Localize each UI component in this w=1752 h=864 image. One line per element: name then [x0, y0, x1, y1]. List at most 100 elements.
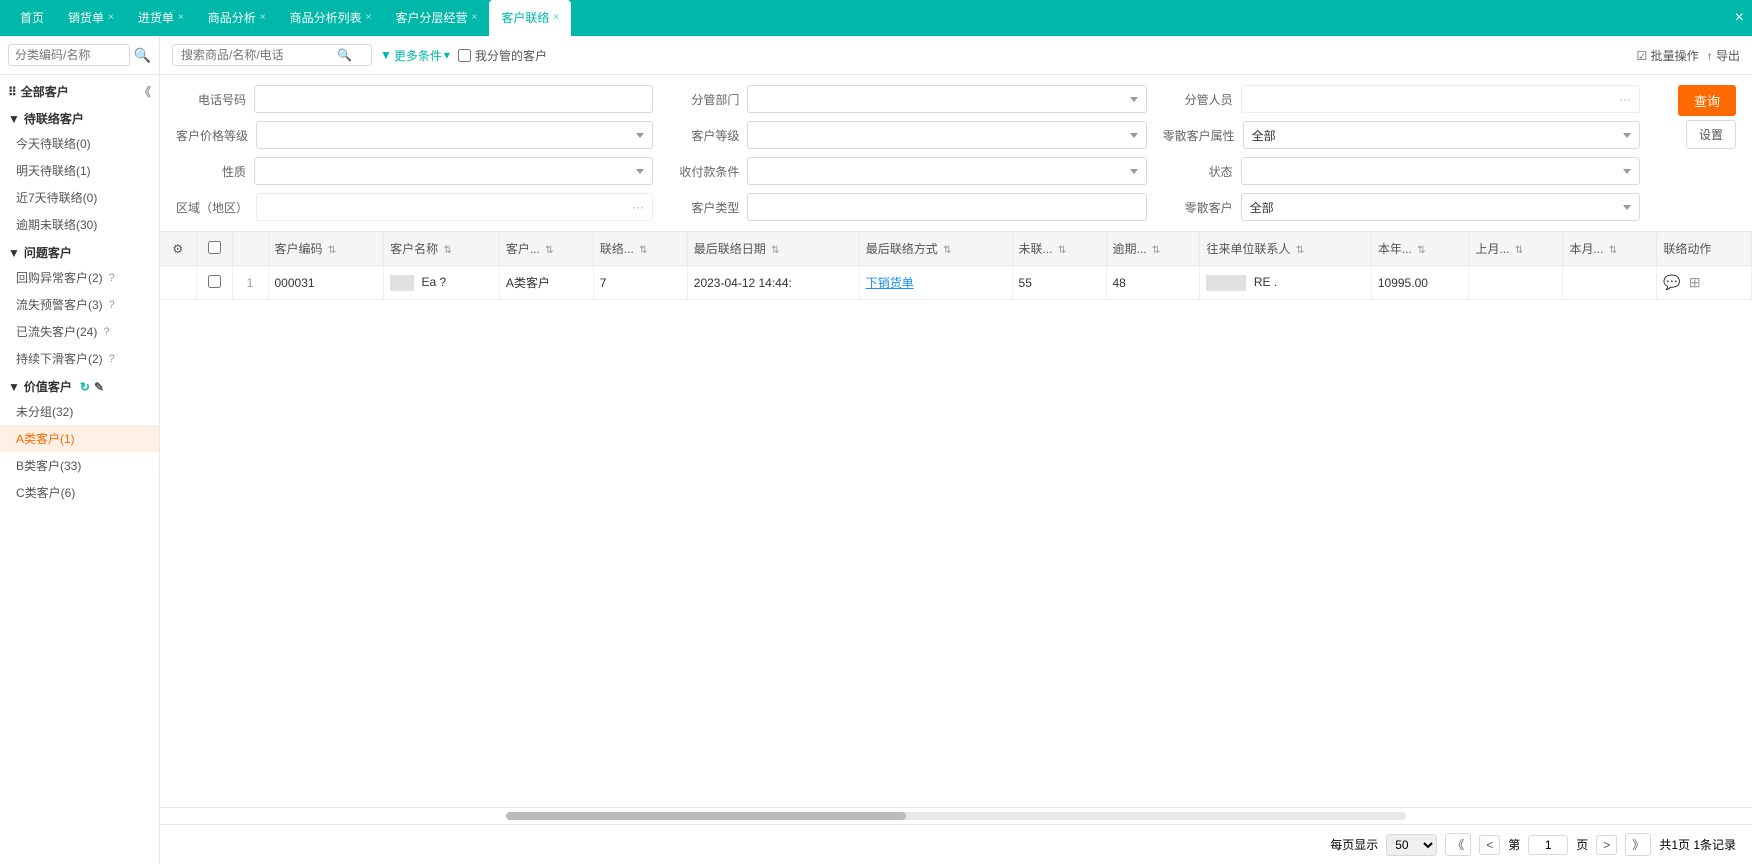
filter-region: 区域（地区） ···	[176, 193, 653, 221]
last-contact-link[interactable]: 下销货单	[866, 276, 914, 290]
filter-panel: 电话号码 分管部门	[160, 75, 1752, 232]
row-last-month	[1469, 266, 1563, 300]
nav-customer-segment[interactable]: 客户分层经营 ×	[383, 0, 489, 36]
col-code[interactable]: 客户编码 ⇅	[268, 232, 384, 266]
export-btn[interactable]: ↑ 导出	[1707, 47, 1740, 64]
col-last-month[interactable]: 上月... ⇅	[1469, 232, 1563, 266]
sort-date-icon: ⇅	[771, 245, 779, 256]
per-page-select[interactable]: 50 100 200	[1386, 834, 1437, 856]
my-customers-check[interactable]	[458, 49, 471, 62]
col-no-contact[interactable]: 未联... ⇅	[1012, 232, 1106, 266]
sidebar-item-declining[interactable]: 持续下滑客户(2) ?	[0, 345, 159, 372]
manager-more-icon: ···	[1619, 92, 1631, 106]
col-contact-person[interactable]: 往来单位联系人 ⇅	[1200, 232, 1371, 266]
nav-product-analysis-list[interactable]: 商品分析列表 ×	[278, 0, 384, 36]
my-customers-checkbox[interactable]: 我分管的客户	[458, 47, 547, 64]
sidebar-search-input[interactable]	[8, 44, 130, 66]
sidebar-pending-contact-header[interactable]: ▼ 待联络客户	[0, 104, 159, 130]
col-contact-count[interactable]: 联络... ⇅	[593, 232, 687, 266]
status-arrow	[1623, 169, 1631, 174]
row-code[interactable]: 000031	[268, 266, 384, 300]
nav-purchase-order[interactable]: 进货单 ×	[126, 0, 196, 36]
nav-customer-contact[interactable]: 客户联络 ×	[489, 0, 571, 36]
horizontal-scrollbar[interactable]	[160, 807, 1752, 824]
sidebar-item-churn-warning[interactable]: 流失预警客户(3) ?	[0, 291, 159, 318]
sort-method-icon: ⇅	[943, 245, 951, 256]
prev-page-btn[interactable]: <	[1479, 835, 1500, 855]
col-actions: 联络动作	[1657, 232, 1752, 266]
sidebar-item-today[interactable]: 今天待联络(0)	[0, 130, 159, 157]
close-sales-order-icon[interactable]: ×	[108, 0, 114, 36]
filter-row-1: 电话号码 分管部门	[176, 85, 1640, 113]
region-input[interactable]: ···	[256, 193, 653, 221]
sidebar-search-icon[interactable]: 🔍	[134, 47, 151, 64]
retail-customer-select[interactable]: 全部	[1241, 193, 1640, 221]
page-input[interactable]	[1528, 835, 1568, 855]
department-select[interactable]	[747, 85, 1146, 113]
chat-icon[interactable]: 💬	[1663, 274, 1680, 291]
sidebar-item-7days[interactable]: 近7天待联络(0)	[0, 184, 159, 211]
close-all-tabs[interactable]: ×	[1735, 9, 1744, 27]
payment-select[interactable]	[747, 157, 1146, 185]
scrollbar-thumb[interactable]	[506, 812, 906, 820]
nav-product-analysis[interactable]: 商品分析 ×	[196, 0, 278, 36]
refresh-value-icon[interactable]: ↻	[80, 380, 90, 394]
sidebar-item-overdue[interactable]: 逾期未联络(30)	[0, 211, 159, 238]
customer-type-input[interactable]	[747, 193, 1146, 221]
region-more-icon: ···	[632, 200, 644, 214]
sidebar-item-a-class[interactable]: A类客户(1)	[0, 425, 159, 452]
row-select-checkbox[interactable]	[208, 275, 221, 288]
close-product-analysis-list-icon[interactable]: ×	[366, 0, 372, 36]
col-name[interactable]: 客户名称 ⇅	[384, 232, 500, 266]
col-this-year[interactable]: 本年... ⇅	[1371, 232, 1469, 266]
col-last-contact-date[interactable]: 最后联络日期 ⇅	[687, 232, 859, 266]
row-checkbox[interactable]	[196, 266, 232, 300]
sidebar-value-customers-header[interactable]: ▼ 价值客户 ↻ ✎	[0, 372, 159, 398]
col-gear[interactable]: ⚙	[160, 232, 196, 266]
filter-more-conditions[interactable]: ▼ 更多条件 ▾	[380, 47, 450, 64]
phone-input[interactable]	[254, 85, 653, 113]
row-this-month	[1563, 266, 1657, 300]
grid-icon[interactable]: ⊞	[1689, 274, 1701, 291]
row-last-contact-method[interactable]: 下销货单	[859, 266, 1012, 300]
row-name[interactable]: Ea ?	[384, 266, 500, 300]
sidebar-all-customers[interactable]: ⠿ 全部客户 《	[0, 75, 159, 104]
col-level[interactable]: 客户... ⇅	[499, 232, 593, 266]
customer-level-select[interactable]	[747, 121, 1146, 149]
sidebar-item-b-class[interactable]: B类客户(33)	[0, 452, 159, 479]
nature-select[interactable]	[254, 157, 653, 185]
status-select[interactable]	[1241, 157, 1640, 185]
sidebar-search-area: 🔍	[0, 36, 159, 75]
sidebar-item-c-class[interactable]: C类客户(6)	[0, 479, 159, 506]
scrollbar-track[interactable]	[506, 812, 1406, 820]
close-customer-contact-icon[interactable]: ×	[553, 0, 559, 36]
filter-search-input[interactable]	[181, 48, 331, 62]
first-page-btn[interactable]: 《	[1445, 833, 1471, 856]
col-overdue[interactable]: 逾期... ⇅	[1106, 232, 1200, 266]
col-checkbox[interactable]	[196, 232, 232, 266]
col-this-month[interactable]: 本月... ⇅	[1563, 232, 1657, 266]
sidebar-collapse-icon[interactable]: 《	[139, 83, 151, 100]
sidebar-item-abnormal-repurchase[interactable]: 回购异常客户(2) ?	[0, 264, 159, 291]
col-last-contact-method[interactable]: 最后联络方式 ⇅	[859, 232, 1012, 266]
next-page-btn[interactable]: >	[1596, 835, 1617, 855]
retail-attr-select[interactable]: 全部	[1243, 121, 1640, 149]
sidebar-item-churned[interactable]: 已流失客户(24) ?	[0, 318, 159, 345]
sidebar-item-tomorrow[interactable]: 明天待联络(1)	[0, 157, 159, 184]
settings-button[interactable]: 设置	[1686, 120, 1736, 149]
sidebar-problem-customers-header[interactable]: ▼ 问题客户	[0, 238, 159, 264]
close-customer-segment-icon[interactable]: ×	[471, 0, 477, 36]
close-purchase-order-icon[interactable]: ×	[178, 0, 184, 36]
select-all-checkbox[interactable]	[208, 241, 221, 254]
sidebar-item-unclassified[interactable]: 未分组(32)	[0, 398, 159, 425]
query-button[interactable]: 查询	[1678, 85, 1736, 116]
batch-ops-btn[interactable]: ☑ 批量操作	[1637, 47, 1699, 64]
nav-sales-order[interactable]: 销货单 ×	[56, 0, 126, 36]
edit-value-icon[interactable]: ✎	[94, 380, 104, 394]
close-product-analysis-icon[interactable]: ×	[260, 0, 266, 36]
filter-actions: ☑ 批量操作 ↑ 导出	[1637, 47, 1740, 64]
manager-input[interactable]: ···	[1241, 85, 1640, 113]
nav-home[interactable]: 首页	[8, 0, 56, 36]
last-page-btn[interactable]: 》	[1625, 833, 1651, 856]
price-level-select[interactable]	[256, 121, 653, 149]
